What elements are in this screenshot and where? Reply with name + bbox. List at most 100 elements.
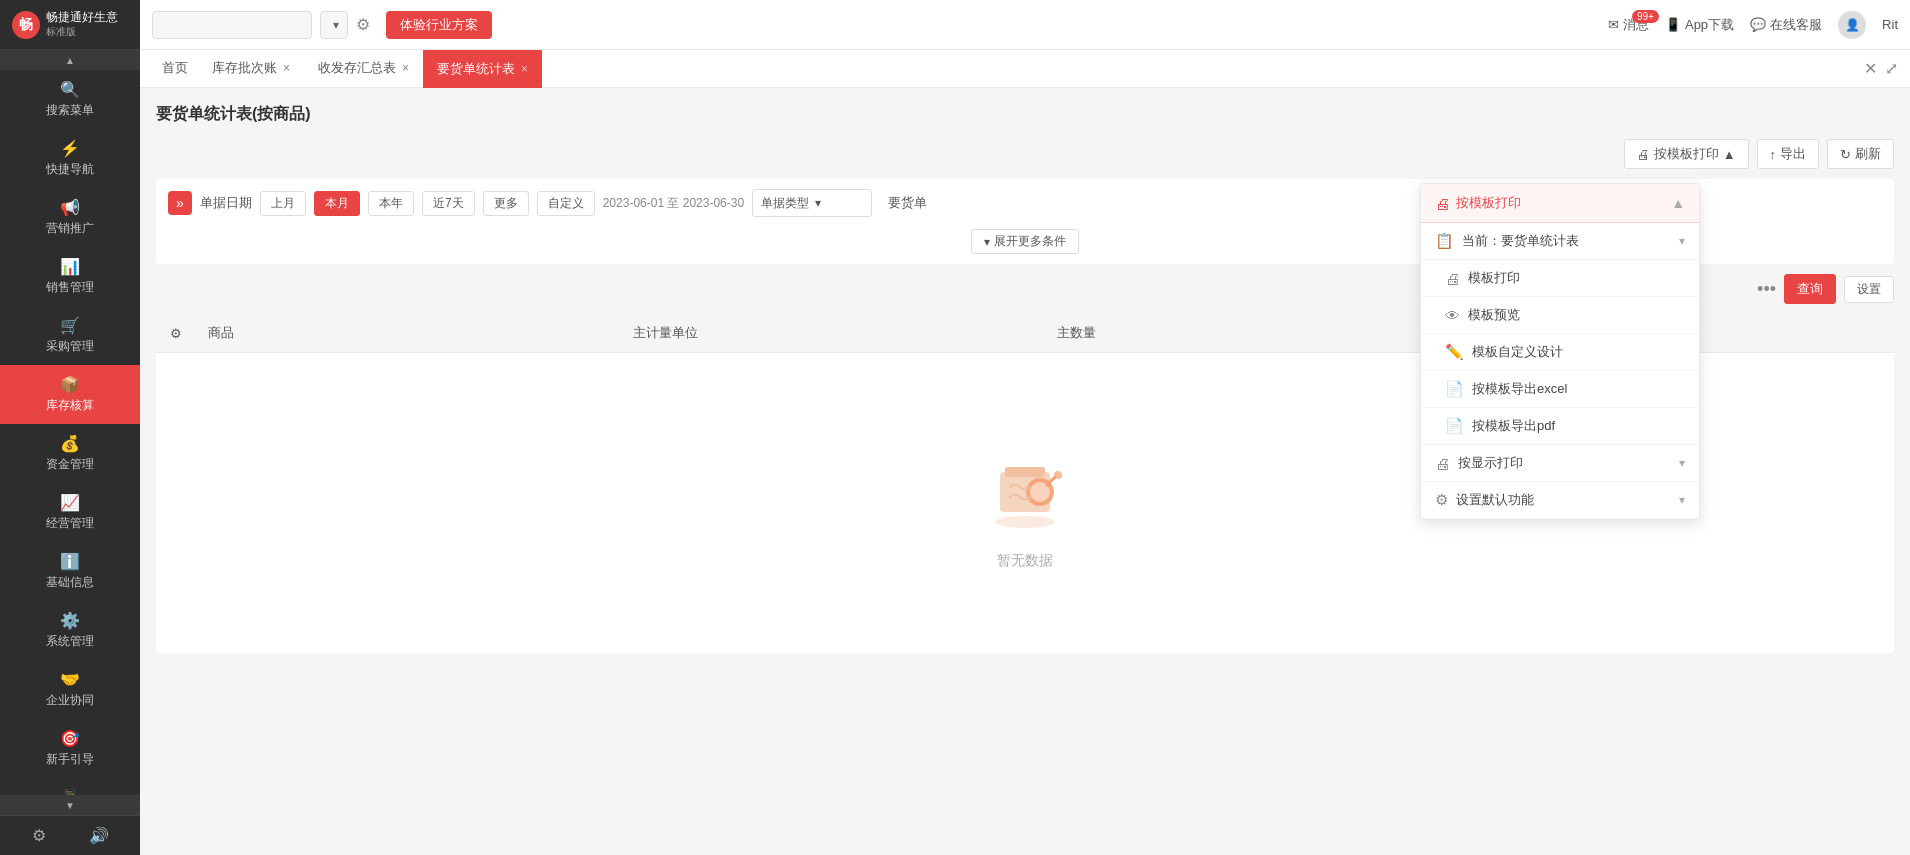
tab-order-summary[interactable]: 要货单统计表 × — [423, 50, 542, 88]
messages-btn[interactable]: ✉ 消息 99+ — [1608, 16, 1649, 34]
display-print-label: 按显示打印 — [1458, 454, 1523, 472]
sidebar-audio-icon[interactable]: 🔊 — [89, 826, 109, 845]
expand-more-btn[interactable]: ▾ 展开更多条件 — [971, 229, 1079, 254]
tab-inventory-batch-close[interactable]: × — [283, 61, 290, 75]
sidebar-nav: 🔍 搜索菜单 ⚡ 快捷导航 📢 营销推广 📊 销售管理 🛒 采购管理 📦 库存核… — [0, 70, 140, 795]
tab-receivable-summary[interactable]: 收发存汇总表 × — [304, 50, 423, 88]
order-type-select[interactable]: 单据类型 ▾ — [752, 189, 872, 217]
print-chevron-up-icon: ▲ — [1723, 147, 1736, 162]
dropdown-item-template-preview[interactable]: 👁 模板预览 — [1421, 297, 1699, 334]
dropdown-item-export-excel[interactable]: 📄 按模板导出excel — [1421, 371, 1699, 408]
order-type-label: 单据类型 — [761, 195, 809, 212]
export-icon: ↑ — [1770, 147, 1777, 162]
tab-inventory-batch[interactable]: 库存批次账 × — [198, 50, 304, 88]
more-actions-icon[interactable]: ••• — [1757, 279, 1776, 300]
col-settings[interactable]: ⚙ — [156, 316, 196, 351]
sidebar-settings-icon[interactable]: ⚙ — [32, 826, 46, 845]
col-product: 商品 — [196, 314, 621, 352]
print-icon: 🖨 — [1637, 147, 1650, 162]
app-subtitle: 标准版 — [46, 25, 118, 39]
sidebar-item-label: 基础信息 — [46, 574, 94, 591]
quick-nav-icon: ⚡ — [60, 139, 80, 158]
date-btn-current-year[interactable]: 本年 — [368, 191, 414, 216]
avatar[interactable]: 👤 — [1838, 11, 1866, 39]
export-excel-label: 按模板导出excel — [1472, 380, 1567, 398]
trial-btn[interactable]: 体验行业方案 — [386, 11, 492, 39]
export-btn[interactable]: ↑ 导出 — [1757, 139, 1820, 169]
messages-badge: 99+ — [1632, 10, 1659, 23]
app-download-label: App下载 — [1685, 16, 1734, 34]
operations-icon: 📈 — [60, 493, 80, 512]
display-print-section[interactable]: 🖨 按显示打印 ▾ — [1421, 445, 1699, 482]
topbar-search-input[interactable] — [152, 11, 312, 39]
query-btn[interactable]: 查询 — [1784, 274, 1836, 304]
sidebar-item-label: 搜索菜单 — [46, 102, 94, 119]
tab-receivable-summary-close[interactable]: × — [402, 61, 409, 75]
svg-rect-2 — [1005, 467, 1045, 477]
sidebar-item-enterprise[interactable]: 🤝 企业协同 — [0, 660, 140, 719]
sidebar-item-app-center[interactable]: 📱 应用中心 — [0, 778, 140, 795]
col-unit: 主计量单位 — [621, 314, 1046, 352]
set-default-section[interactable]: ⚙ 设置默认功能 ▾ — [1421, 482, 1699, 519]
sidebar-item-label: 企业协同 — [46, 692, 94, 709]
date-btn-custom[interactable]: 自定义 — [537, 191, 595, 216]
sidebar-item-label: 系统管理 — [46, 633, 94, 650]
guide-icon: 🎯 — [60, 729, 80, 748]
settings-btn[interactable]: 设置 — [1844, 276, 1894, 303]
sidebar-item-guide[interactable]: 🎯 新手引导 — [0, 719, 140, 778]
online-service-btn[interactable]: 💬 在线客服 — [1750, 16, 1822, 34]
template-design-label: 模板自定义设计 — [1472, 343, 1563, 361]
message-icon: ✉ — [1608, 17, 1619, 32]
dropdown-header: 🖨 按模板打印 ▲ — [1421, 184, 1699, 223]
page-content: 要货单统计表(按商品) 🖨 按模板打印 ▲ ↑ 导出 ↻ 刷新 » 单据日期 上… — [140, 88, 1910, 855]
chevron-down-icon: ▾ — [333, 18, 339, 32]
tab-order-summary-label: 要货单统计表 — [437, 60, 515, 78]
sidebar-item-basic-info[interactable]: ℹ️ 基础信息 — [0, 542, 140, 601]
print-btn[interactable]: 🖨 按模板打印 ▲ — [1624, 139, 1749, 169]
date-btn-more[interactable]: 更多 — [483, 191, 529, 216]
sidebar-item-sales[interactable]: 📊 销售管理 — [0, 247, 140, 306]
dropdown-header-chevron[interactable]: ▲ — [1671, 195, 1685, 211]
avatar-icon: 👤 — [1845, 18, 1860, 32]
filter-expand-icon[interactable]: » — [168, 191, 192, 215]
sidebar-item-finance[interactable]: 💰 资金管理 — [0, 424, 140, 483]
set-default-icon: ⚙ — [1435, 491, 1448, 509]
dropdown-item-template-print[interactable]: 🖨 模板打印 — [1421, 260, 1699, 297]
current-template-section[interactable]: 📋 当前：要货单统计表 ▾ — [1421, 223, 1699, 260]
print-header-icon: 🖨 — [1435, 195, 1450, 212]
topbar-gear-icon[interactable]: ⚙ — [356, 15, 370, 34]
tab-maximize-btn[interactable]: ⤢ — [1885, 59, 1898, 78]
sidebar-item-operations[interactable]: 📈 经营管理 — [0, 483, 140, 542]
sidebar-item-label: 新手引导 — [46, 751, 94, 768]
search-icon: 🔍 — [60, 80, 80, 99]
date-btn-prev-month[interactable]: 上月 — [260, 191, 306, 216]
current-template-arrow: ▾ — [1679, 234, 1685, 248]
date-btn-current-month[interactable]: 本月 — [314, 191, 360, 216]
refresh-btn[interactable]: ↻ 刷新 — [1827, 139, 1894, 169]
sidebar-item-label: 快捷导航 — [46, 161, 94, 178]
sidebar-scroll-up[interactable]: ▲ — [0, 50, 140, 70]
sidebar-item-system[interactable]: ⚙️ 系统管理 — [0, 601, 140, 660]
date-range-display: 2023-06-01 至 2023-06-30 — [603, 195, 744, 212]
sidebar-item-purchase[interactable]: 🛒 采购管理 — [0, 306, 140, 365]
sidebar-scroll-down[interactable]: ▼ — [0, 795, 140, 815]
sidebar-item-inventory[interactable]: 📦 库存核算 — [0, 365, 140, 424]
topbar-dropdown[interactable]: ▾ — [320, 11, 348, 39]
set-default-label: 设置默认功能 — [1456, 491, 1534, 509]
current-template-left: 📋 当前：要货单统计表 — [1435, 232, 1579, 250]
tab-close-btn[interactable]: ✕ — [1864, 59, 1877, 78]
tab-home[interactable]: 首页 — [152, 50, 198, 88]
app-download-btn[interactable]: 📱 App下载 — [1665, 16, 1734, 34]
basic-info-icon: ℹ️ — [60, 552, 80, 571]
date-btn-7days[interactable]: 近7天 — [422, 191, 475, 216]
page-title: 要货单统计表(按商品) — [156, 104, 1894, 125]
tab-order-summary-close[interactable]: × — [521, 62, 528, 76]
sidebar-item-label: 资金管理 — [46, 456, 94, 473]
sidebar-item-marketing[interactable]: 📢 营销推广 — [0, 188, 140, 247]
sidebar-item-quick-nav[interactable]: ⚡ 快捷导航 — [0, 129, 140, 188]
main-area: ▾ ⚙ 体验行业方案 ✉ 消息 99+ 📱 App下载 💬 在线客服 👤 Rit — [140, 0, 1910, 855]
sidebar-bottom: ⚙ 🔊 — [0, 815, 140, 855]
dropdown-item-template-design[interactable]: ✏️ 模板自定义设计 — [1421, 334, 1699, 371]
dropdown-item-export-pdf[interactable]: 📄 按模板导出pdf — [1421, 408, 1699, 445]
sidebar-item-search[interactable]: 🔍 搜索菜单 — [0, 70, 140, 129]
